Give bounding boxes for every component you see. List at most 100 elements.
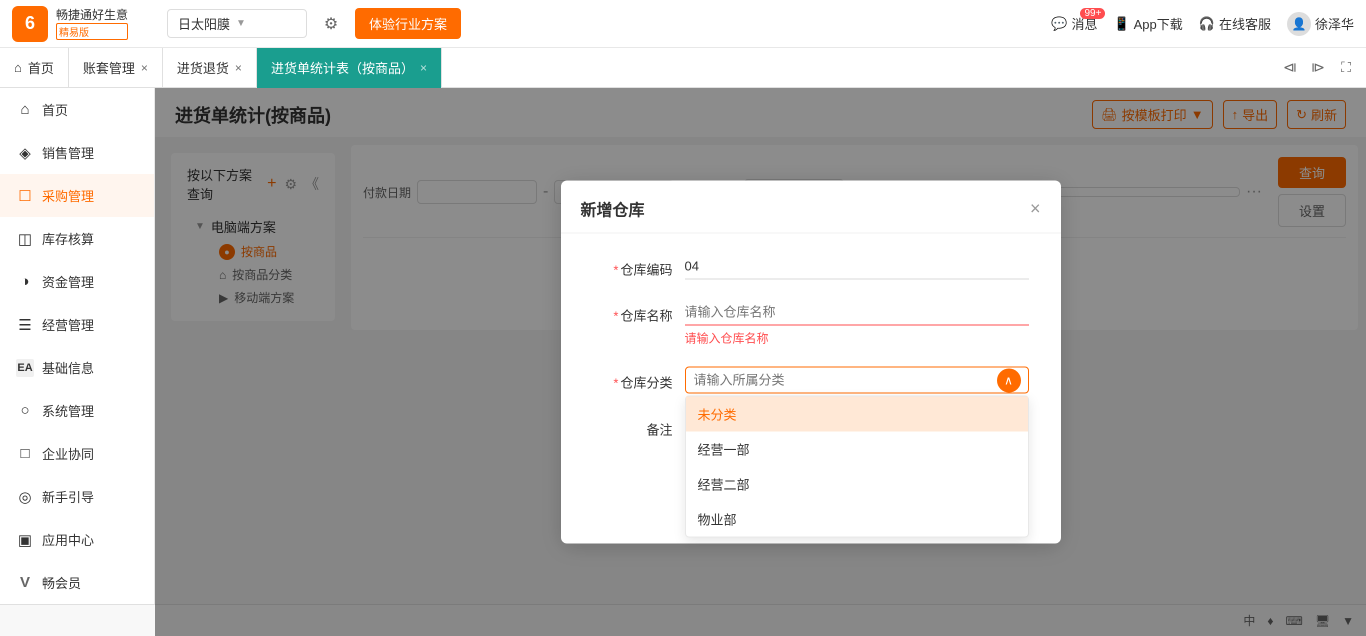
tab-accounts-label: 账套管理 xyxy=(83,58,135,77)
warehouse-code-wrap xyxy=(685,254,1029,280)
sidebar-item-app-center[interactable]: ▣ 应用中心 xyxy=(0,518,154,561)
home-icon: ⌂ xyxy=(14,60,22,75)
form-row-name: *仓库名称 请输入仓库名称 xyxy=(593,300,1029,347)
messages-action[interactable]: 💬 消息 99+ xyxy=(1051,14,1097,33)
app-download-action[interactable]: 📱 App下载 xyxy=(1113,14,1182,33)
tab-purchase-stats-close-icon[interactable]: × xyxy=(420,61,427,75)
tab-controls: ⧏ ⧐ ⛶ xyxy=(1270,56,1366,80)
top-header: 6 畅捷通好生意 精易版 日太阳膜 ▼ ⚙ 体验行业方案 💬 消息 99+ 📱 … xyxy=(0,0,1366,48)
sidebar-item-sales[interactable]: ◈ 销售管理 xyxy=(0,131,154,174)
form-row-code: *仓库编码 xyxy=(593,254,1029,280)
sidebar-item-enterprise[interactable]: □ 企业协同 xyxy=(0,432,154,475)
sidebar-basic-label: 基础信息 xyxy=(42,358,94,377)
warehouse-name-wrap: 请输入仓库名称 xyxy=(685,300,1029,347)
home-sidebar-icon: ⌂ xyxy=(16,101,34,119)
tab-purchase-stats[interactable]: 进货单统计表（按商品） × xyxy=(257,48,442,88)
basic-sidebar-icon: EA xyxy=(16,359,34,377)
sidebar-app-center-label: 应用中心 xyxy=(42,530,94,549)
content-area: 进货单统计(按商品) 🖨 按模板打印 ▼ ↑ 导出 ↻ 刷新 xyxy=(155,88,1366,636)
purchase-sidebar-icon: ☐ xyxy=(16,187,34,205)
warehouse-code-input[interactable] xyxy=(685,254,1029,280)
store-name: 日太阳膜 xyxy=(178,14,230,33)
sidebar-item-basic[interactable]: EA 基础信息 xyxy=(0,346,154,389)
logo-area: 6 畅捷通好生意 精易版 xyxy=(12,6,167,42)
form-row-category: *仓库分类 ∧ 未分类 经营一部 经营二部 物业部 xyxy=(593,367,1029,394)
inventory-sidebar-icon: ◫ xyxy=(16,230,34,248)
dropdown-item-none[interactable]: 未分类 xyxy=(686,397,1028,432)
online-service-action[interactable]: 🎧 在线客服 xyxy=(1199,14,1271,33)
warehouse-name-error: 请输入仓库名称 xyxy=(685,330,1029,347)
category-toggle-icon[interactable]: ∧ xyxy=(997,368,1021,392)
app-download-label: App下载 xyxy=(1134,14,1183,33)
user-avatar-icon: 👤 xyxy=(1287,12,1311,36)
app-center-sidebar-icon: ▣ xyxy=(16,531,34,549)
tab-purchase-return-close-icon[interactable]: × xyxy=(235,61,242,75)
system-sidebar-icon: ○ xyxy=(16,402,34,420)
warehouse-category-input[interactable] xyxy=(685,367,1029,394)
trial-button[interactable]: 体验行业方案 xyxy=(355,8,461,39)
tab-accounts[interactable]: 账套管理 × xyxy=(69,48,163,88)
enterprise-sidebar-icon: □ xyxy=(16,445,34,463)
sidebar-sales-label: 销售管理 xyxy=(42,143,94,162)
brand-badge: 精易版 xyxy=(56,23,128,40)
sidebar-guide-label: 新手引导 xyxy=(42,487,94,506)
header-center: 日太阳膜 ▼ ⚙ 体验行业方案 xyxy=(167,8,1051,40)
sidebar-inventory-label: 库存核算 xyxy=(42,229,94,248)
tab-accounts-close-icon[interactable]: × xyxy=(141,61,148,75)
warehouse-code-label: *仓库编码 xyxy=(593,254,673,279)
modal-close-icon[interactable]: × xyxy=(1030,198,1041,219)
modal-title: 新增仓库 xyxy=(581,197,645,221)
user-action[interactable]: 👤 徐泽华 xyxy=(1287,12,1354,36)
dropdown-item-dept2[interactable]: 经营二部 xyxy=(686,467,1028,502)
sidebar-item-home[interactable]: ⌂ 首页 xyxy=(0,88,154,131)
sidebar-item-system[interactable]: ○ 系统管理 xyxy=(0,389,154,432)
member-sidebar-icon: V xyxy=(16,574,34,592)
message-icon: 💬 xyxy=(1051,16,1067,32)
warehouse-category-wrap: ∧ 未分类 经营一部 经营二部 物业部 xyxy=(685,367,1029,394)
tab-purchase-return[interactable]: 进货退货 × xyxy=(163,48,257,88)
warehouse-category-label: *仓库分类 xyxy=(593,367,673,392)
warehouse-name-input[interactable] xyxy=(685,300,1029,326)
sidebar-item-inventory[interactable]: ◫ 库存核算 xyxy=(0,217,154,260)
sidebar-system-label: 系统管理 xyxy=(42,401,94,420)
header-right: 💬 消息 99+ 📱 App下载 🎧 在线客服 👤 徐泽华 xyxy=(1051,12,1354,36)
modal-body: *仓库编码 *仓库名称 请输入仓库名称 xyxy=(561,234,1061,480)
tab-prev-icon[interactable]: ⧏ xyxy=(1278,56,1302,80)
settings-icon[interactable]: ⚙ xyxy=(315,8,347,40)
sidebar-operation-label: 经营管理 xyxy=(42,315,94,334)
dropdown-item-dept1[interactable]: 经营一部 xyxy=(686,432,1028,467)
sidebar-home-label: 首页 xyxy=(42,100,68,119)
modal-dialog: 新增仓库 × *仓库编码 *仓库名称 xyxy=(561,181,1061,544)
user-name: 徐泽华 xyxy=(1315,14,1354,33)
finance-sidebar-icon: ◑ xyxy=(16,273,34,291)
sidebar-item-member[interactable]: V 畅会员 xyxy=(0,561,154,604)
sidebar-item-purchase[interactable]: ☐ 采购管理 xyxy=(0,174,154,217)
store-arrow-icon: ▼ xyxy=(236,18,246,29)
sidebar-purchase-label: 采购管理 xyxy=(42,186,94,205)
tab-expand-icon[interactable]: ⛶ xyxy=(1334,56,1358,80)
headset-icon: 🎧 xyxy=(1199,16,1215,32)
sidebar-item-finance[interactable]: ◑ 资金管理 xyxy=(0,260,154,303)
sidebar-enterprise-label: 企业协同 xyxy=(42,444,94,463)
modal-header: 新增仓库 × xyxy=(561,181,1061,234)
sidebar-member-label: 畅会员 xyxy=(42,573,81,592)
logo-icon: 6 xyxy=(12,6,48,42)
dropdown-item-dept3[interactable]: 物业部 xyxy=(686,502,1028,537)
messages-badge: 99+ xyxy=(1080,8,1105,19)
sidebar-item-operation[interactable]: ☰ 经营管理 xyxy=(0,303,154,346)
guide-sidebar-icon: ◎ xyxy=(16,488,34,506)
store-selector[interactable]: 日太阳膜 ▼ xyxy=(167,9,307,38)
tab-home[interactable]: ⌂ 首页 xyxy=(0,48,69,88)
tab-purchase-return-label: 进货退货 xyxy=(177,58,229,77)
tab-bar: ⌂ 首页 账套管理 × 进货退货 × 进货单统计表（按商品） × ⧏ ⧐ ⛶ xyxy=(0,48,1366,88)
operation-sidebar-icon: ☰ xyxy=(16,316,34,334)
sidebar-item-guide[interactable]: ◎ 新手引导 xyxy=(0,475,154,518)
tab-home-label: 首页 xyxy=(28,58,54,77)
sales-sidebar-icon: ◈ xyxy=(16,144,34,162)
note-label: 备注 xyxy=(593,414,673,439)
brand-name: 畅捷通好生意 xyxy=(56,7,128,24)
category-dropdown: 未分类 经营一部 经营二部 物业部 xyxy=(685,396,1029,538)
tab-next-icon[interactable]: ⧐ xyxy=(1306,56,1330,80)
warehouse-name-label: *仓库名称 xyxy=(593,300,673,325)
sidebar: ⌂ 首页 ◈ 销售管理 ☐ 采购管理 ◫ 库存核算 ◑ 资金管理 ☰ 经营管理 … xyxy=(0,88,155,636)
